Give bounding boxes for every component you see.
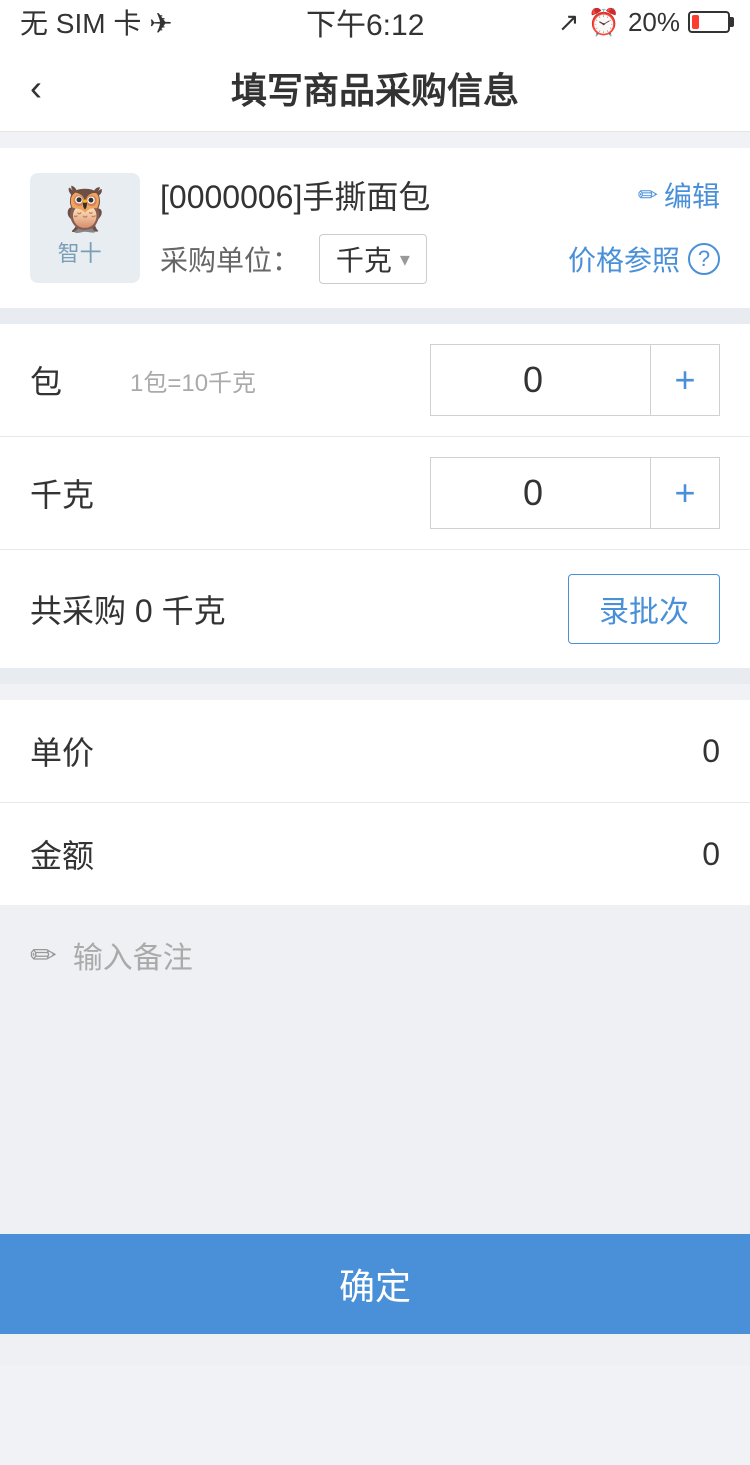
info-icon: ? [688, 243, 720, 275]
batch-button[interactable]: 录批次 [568, 574, 720, 644]
kg-plus-button[interactable]: + [650, 457, 720, 529]
owl-icon: 🦉 [58, 188, 113, 232]
confirm-button[interactable]: 确定 [0, 1234, 750, 1334]
price-ref-label: 价格参照 [568, 239, 680, 279]
edit-button[interactable]: ✏ 编辑 [638, 175, 720, 215]
kg-input[interactable] [430, 457, 650, 529]
thumbnail-text: 智十 [58, 236, 113, 268]
price-section: 单价 0 金额 0 [0, 700, 750, 905]
alarm-icon: ⏰ [588, 7, 620, 38]
battery-percent: 20% [628, 7, 680, 38]
confirm-label: 确定 [339, 1258, 411, 1310]
kg-input-row: 千克 + [0, 437, 750, 550]
input-section: 包 1包=10千克 + 千克 + [0, 324, 750, 550]
status-right: ↗ ⏰ 20% [558, 7, 730, 38]
battery-icon [688, 11, 730, 33]
unit-select[interactable]: 千克 ▾ [319, 234, 427, 284]
product-thumbnail: 🦉 智十 [30, 173, 140, 283]
bao-input-row: 包 1包=10千克 + [0, 324, 750, 437]
pencil-icon: ✏ [30, 936, 57, 974]
bao-input-wrap: + [430, 344, 720, 416]
bao-sublabel: 1包=10千克 [130, 363, 256, 398]
section-divider-2 [0, 668, 750, 684]
unit-price-label: 单价 [30, 728, 94, 774]
product-name: [0000006]手撕面包 [160, 172, 430, 218]
amount-row: 金额 0 [0, 803, 750, 905]
unit-price-value: 0 [702, 733, 720, 770]
page-title: 填写商品采购信息 [231, 62, 519, 114]
section-divider-1 [0, 308, 750, 324]
bao-plus-button[interactable]: + [650, 344, 720, 416]
product-info: [0000006]手撕面包 ✏ 编辑 采购单位： 千克 ▾ 价格参照 ? [160, 172, 720, 284]
kg-label: 千克 [30, 470, 110, 516]
note-placeholder: 输入备注 [73, 933, 193, 977]
sim-status: 无 SIM 卡 ✈ [20, 2, 173, 42]
purchase-unit-row: 采购单位： 千克 ▾ 价格参照 ? [160, 234, 720, 284]
edit-icon: ✏ [638, 181, 658, 210]
product-name-row: [0000006]手撕面包 ✏ 编辑 [160, 172, 720, 218]
amount-label: 金额 [30, 831, 94, 877]
price-ref-button[interactable]: 价格参照 ? [568, 239, 720, 279]
unit-label: 采购单位： [160, 245, 300, 276]
product-card: 🦉 智十 [0000006]手撕面包 ✏ 编辑 采购单位： 千克 ▾ [0, 148, 750, 308]
status-left: 无 SIM 卡 ✈ [20, 2, 173, 42]
unit-left: 采购单位： 千克 ▾ [160, 234, 427, 284]
status-bar: 无 SIM 卡 ✈ 下午6:12 ↗ ⏰ 20% [0, 0, 750, 44]
summary-text: 共采购 0 千克 [30, 586, 226, 632]
bao-label: 包 [30, 357, 110, 403]
bao-input[interactable] [430, 344, 650, 416]
back-button[interactable]: ‹ [20, 57, 52, 119]
unit-price-row: 单价 0 [0, 700, 750, 803]
amount-value: 0 [702, 836, 720, 873]
edit-label: 编辑 [664, 175, 720, 215]
nav-bar: ‹ 填写商品采购信息 [0, 44, 750, 132]
unit-value: 千克 [336, 239, 392, 279]
chevron-down-icon: ▾ [400, 247, 410, 272]
status-time: 下午6:12 [306, 0, 424, 44]
summary-row: 共采购 0 千克 录批次 [0, 550, 750, 668]
location-icon: ↗ [558, 7, 580, 38]
note-section[interactable]: ✏ 输入备注 [0, 905, 750, 1005]
kg-input-wrap: + [430, 457, 720, 529]
